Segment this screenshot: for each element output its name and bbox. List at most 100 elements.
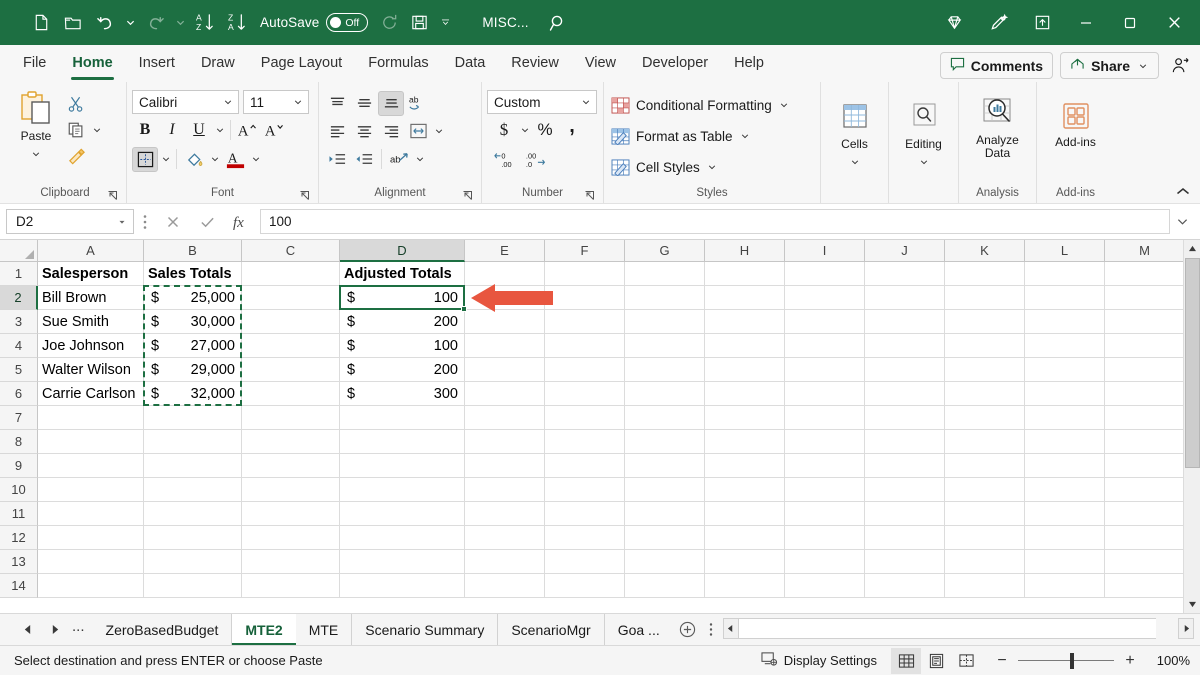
row-header-11[interactable]: 11 bbox=[0, 502, 38, 526]
tab-page-layout[interactable]: Page Layout bbox=[248, 48, 355, 82]
column-header-b[interactable]: B bbox=[144, 240, 242, 262]
cell-H12[interactable] bbox=[705, 526, 785, 550]
refresh-icon[interactable] bbox=[374, 8, 404, 38]
cell-K14[interactable] bbox=[945, 574, 1025, 598]
designer-icon[interactable] bbox=[976, 0, 1020, 45]
cell-C6[interactable] bbox=[242, 382, 340, 406]
cell-J3[interactable] bbox=[865, 310, 945, 334]
cell-M13[interactable] bbox=[1105, 550, 1183, 574]
cell-C7[interactable] bbox=[242, 406, 340, 430]
cell-G2[interactable] bbox=[625, 286, 705, 310]
cell-B13[interactable] bbox=[144, 550, 242, 574]
zoom-out-button[interactable]: − bbox=[995, 652, 1009, 670]
cell-I9[interactable] bbox=[785, 454, 865, 478]
cell-E4[interactable] bbox=[465, 334, 545, 358]
font-color-button[interactable]: A bbox=[222, 147, 248, 172]
alignment-dialog-launcher[interactable] bbox=[460, 188, 474, 203]
cell-H1[interactable] bbox=[705, 262, 785, 286]
cell-I7[interactable] bbox=[785, 406, 865, 430]
cell-M4[interactable] bbox=[1105, 334, 1183, 358]
column-header-j[interactable]: J bbox=[865, 240, 945, 262]
cell-H4[interactable] bbox=[705, 334, 785, 358]
sheet-tab-mte[interactable]: MTE bbox=[296, 614, 353, 645]
cell-A6[interactable]: Carrie Carlson bbox=[38, 382, 144, 406]
tab-home[interactable]: Home bbox=[59, 48, 125, 82]
share-with-people-icon[interactable] bbox=[1166, 52, 1194, 79]
cell-K5[interactable] bbox=[945, 358, 1025, 382]
cells-dropdown-icon[interactable] bbox=[848, 151, 861, 173]
autosave-toggle[interactable]: Off bbox=[326, 13, 368, 32]
cell-C11[interactable] bbox=[242, 502, 340, 526]
cell-J4[interactable] bbox=[865, 334, 945, 358]
cell-I4[interactable] bbox=[785, 334, 865, 358]
conditional-formatting-dropdown-icon[interactable] bbox=[778, 94, 791, 116]
copilot-icon[interactable] bbox=[932, 0, 976, 45]
cell-F2[interactable] bbox=[545, 286, 625, 310]
scroll-up-icon[interactable] bbox=[1184, 240, 1200, 257]
cells-button[interactable]: Cells bbox=[828, 96, 882, 173]
cell-E7[interactable] bbox=[465, 406, 545, 430]
zoom-slider-track[interactable] bbox=[1018, 660, 1114, 662]
cell-I3[interactable] bbox=[785, 310, 865, 334]
cell-B11[interactable] bbox=[144, 502, 242, 526]
scroll-right-icon[interactable] bbox=[1178, 618, 1194, 639]
cell-F12[interactable] bbox=[545, 526, 625, 550]
cell-D11[interactable] bbox=[340, 502, 465, 526]
tab-file[interactable]: File bbox=[10, 48, 59, 82]
comments-button[interactable]: Comments bbox=[940, 52, 1053, 79]
orientation-button[interactable]: ab bbox=[405, 91, 431, 116]
cell-C13[interactable] bbox=[242, 550, 340, 574]
tab-draw[interactable]: Draw bbox=[188, 48, 248, 82]
sheet-overflow-ellipsis[interactable]: ... bbox=[62, 614, 93, 645]
cell-F14[interactable] bbox=[545, 574, 625, 598]
column-header-e[interactable]: E bbox=[465, 240, 545, 262]
tab-review[interactable]: Review bbox=[498, 48, 572, 82]
cell-I2[interactable] bbox=[785, 286, 865, 310]
cell-E3[interactable] bbox=[465, 310, 545, 334]
tab-developer[interactable]: Developer bbox=[629, 48, 721, 82]
cancel-formula-icon[interactable] bbox=[156, 209, 190, 234]
cell-C3[interactable] bbox=[242, 310, 340, 334]
cell-H11[interactable] bbox=[705, 502, 785, 526]
cell-D10[interactable] bbox=[340, 478, 465, 502]
cell-K6[interactable] bbox=[945, 382, 1025, 406]
zoom-in-button[interactable]: + bbox=[1123, 652, 1137, 670]
cell-A2[interactable]: Bill Brown bbox=[38, 286, 144, 310]
cell-F11[interactable] bbox=[545, 502, 625, 526]
text-direction-dropdown-icon[interactable] bbox=[413, 148, 426, 170]
cell-styles-dropdown-icon[interactable] bbox=[706, 156, 719, 178]
cell-F5[interactable] bbox=[545, 358, 625, 382]
cell-G10[interactable] bbox=[625, 478, 705, 502]
cut-button[interactable] bbox=[63, 92, 89, 117]
cell-A9[interactable] bbox=[38, 454, 144, 478]
editing-button[interactable]: Editing bbox=[897, 96, 951, 173]
cell-L12[interactable] bbox=[1025, 526, 1105, 550]
customize-qat-icon[interactable] bbox=[434, 8, 456, 38]
insert-function-icon[interactable]: fx bbox=[224, 209, 258, 234]
cell-G4[interactable] bbox=[625, 334, 705, 358]
cell-B9[interactable] bbox=[144, 454, 242, 478]
cell-H7[interactable] bbox=[705, 406, 785, 430]
cell-L5[interactable] bbox=[1025, 358, 1105, 382]
cell-E6[interactable] bbox=[465, 382, 545, 406]
cell-D12[interactable] bbox=[340, 526, 465, 550]
paste-dropdown-icon[interactable] bbox=[30, 143, 43, 165]
cell-G12[interactable] bbox=[625, 526, 705, 550]
cell-M5[interactable] bbox=[1105, 358, 1183, 382]
cell-L7[interactable] bbox=[1025, 406, 1105, 430]
cell-J14[interactable] bbox=[865, 574, 945, 598]
cell-B3[interactable]: $30,000 bbox=[144, 310, 242, 334]
cell-L2[interactable] bbox=[1025, 286, 1105, 310]
cell-C12[interactable] bbox=[242, 526, 340, 550]
sheet-tab-zerobasedbudget[interactable]: ZeroBasedBudget bbox=[93, 614, 233, 645]
cell-L14[interactable] bbox=[1025, 574, 1105, 598]
cell-H8[interactable] bbox=[705, 430, 785, 454]
sheet-tab-scenario-summary[interactable]: Scenario Summary bbox=[352, 614, 498, 645]
close-button[interactable] bbox=[1152, 0, 1196, 45]
cell-E13[interactable] bbox=[465, 550, 545, 574]
worksheet-grid[interactable]: ABCDEFGHIJKLM 1SalespersonSales TotalsAd… bbox=[0, 240, 1183, 613]
vertical-scrollbar[interactable] bbox=[1183, 240, 1200, 613]
tab-formulas[interactable]: Formulas bbox=[355, 48, 441, 82]
editing-dropdown-icon[interactable] bbox=[917, 151, 930, 173]
cell-I10[interactable] bbox=[785, 478, 865, 502]
